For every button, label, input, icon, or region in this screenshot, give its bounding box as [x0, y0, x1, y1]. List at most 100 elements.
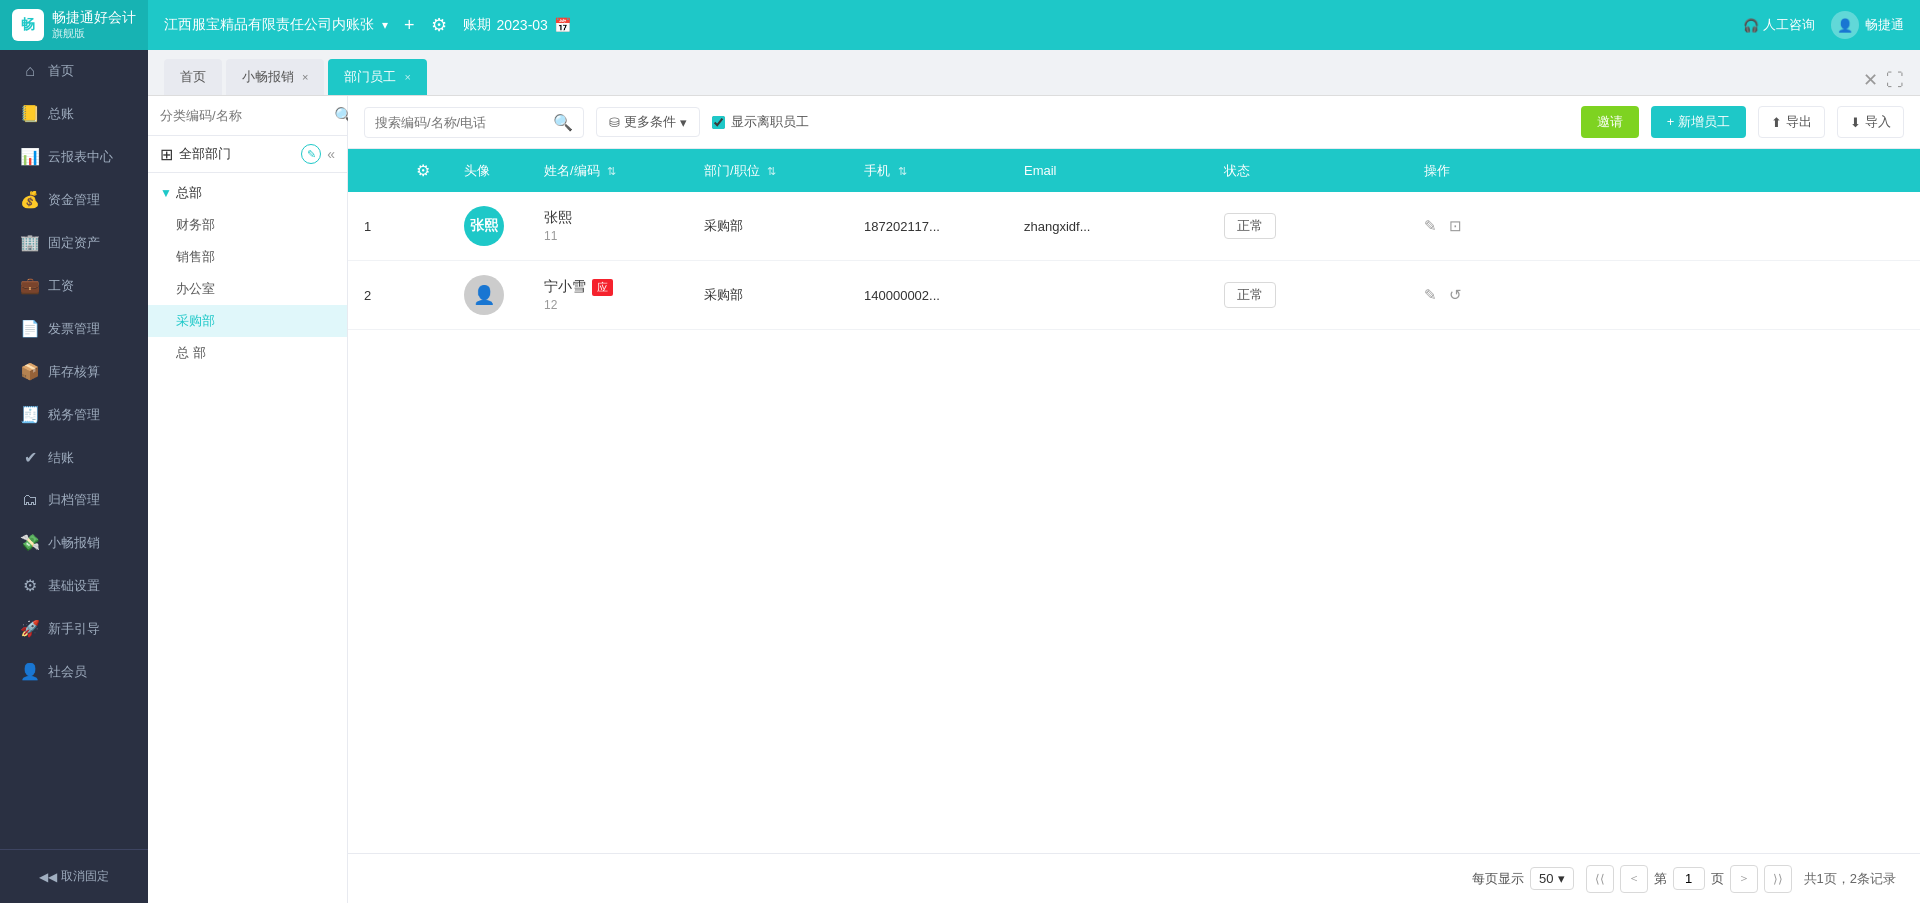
header-right: 🎧 人工咨询 👤 畅捷通: [1743, 11, 1904, 39]
sidebar-item-archive[interactable]: 🗂 归档管理: [0, 479, 148, 521]
page-next-btn[interactable]: ＞: [1730, 865, 1758, 893]
settings-icon[interactable]: ⚙: [431, 14, 447, 36]
dept-item-xiaoshou[interactable]: 销售部: [148, 241, 347, 273]
cancel-fixed-btn[interactable]: ◀◀ 取消固定: [0, 860, 148, 893]
dept-item-bangongshi[interactable]: 办公室: [148, 273, 347, 305]
show-resigned-area[interactable]: 显示离职员工: [712, 113, 809, 131]
sidebar-item-xiaochang[interactable]: 💸 小畅报销: [0, 521, 148, 564]
dept-edit-icon[interactable]: ✎: [301, 144, 321, 164]
sidebar-label-payroll: 工资: [48, 277, 74, 295]
sidebar-label-basic-settings: 基础设置: [48, 577, 100, 595]
export-btn[interactable]: ⬆ 导出: [1758, 106, 1825, 138]
table-gear-icon[interactable]: ⚙: [416, 162, 430, 179]
avatar: 张熙: [464, 206, 504, 246]
row-dept-cell: 采购部: [688, 261, 848, 330]
page-last-btn[interactable]: ⟩⟩: [1764, 865, 1792, 893]
top-header: 畅 畅捷通好会计 旗舰版 江西服宝精品有限责任公司内账张 ▾ + ⚙ 账期 20…: [0, 0, 1920, 50]
sort-name-icon[interactable]: ⇅: [607, 165, 616, 177]
logout-icon[interactable]: ⊡: [1449, 217, 1462, 235]
filter-icon: ⛁: [609, 115, 620, 130]
import-btn[interactable]: ⬇ 导入: [1837, 106, 1904, 138]
sidebar-item-inventory[interactable]: 📦 库存核算: [0, 350, 148, 393]
sidebar-item-reports[interactable]: 📊 云报表中心: [0, 135, 148, 178]
home-icon: ⌂: [20, 62, 40, 80]
tab-xiaochang-label: 小畅报销: [242, 68, 294, 86]
dept-item-caigou[interactable]: 采购部: [148, 305, 347, 337]
per-page-dropdown-icon: ▾: [1558, 871, 1565, 886]
sidebar-label-fixed-assets: 固定资产: [48, 234, 100, 252]
sort-dept-icon[interactable]: ⇅: [767, 165, 776, 177]
sidebar-label-home: 首页: [48, 62, 74, 80]
dept-label-caigou: 采购部: [176, 313, 215, 328]
tab-dept-employee[interactable]: 部门员工 ×: [328, 59, 426, 95]
sidebar-item-checkout[interactable]: ✔ 结账: [0, 436, 148, 479]
app-version: 旗舰版: [52, 26, 136, 41]
period-badge[interactable]: 账期 2023-03 📅: [463, 16, 571, 34]
sidebar: ⌂ 首页 📒 总账 📊 云报表中心 💰 资金管理 🏢 固定资产 💼 工资 📄 发…: [0, 50, 148, 903]
employee-name: 宁小雪: [544, 278, 586, 296]
sidebar-label-user-mgmt: 社会员: [48, 663, 87, 681]
refresh-icon[interactable]: ↺: [1449, 286, 1462, 304]
col-phone[interactable]: 手机 ⇅: [848, 149, 1008, 192]
sidebar-item-user-mgmt[interactable]: 👤 社会员: [0, 650, 148, 693]
tab-expand-icon[interactable]: ⛶: [1886, 70, 1904, 91]
tab-xiaochang[interactable]: 小畅报销 ×: [226, 59, 324, 95]
sidebar-label-general-ledger: 总账: [48, 105, 74, 123]
sidebar-item-guide[interactable]: 🚀 新手引导: [0, 607, 148, 650]
sort-phone-icon[interactable]: ⇅: [898, 165, 907, 177]
row-action-cell: ✎ ↺: [1408, 261, 1920, 330]
headset-icon: 🎧: [1743, 18, 1759, 33]
calendar-icon[interactable]: 📅: [554, 17, 571, 33]
employee-panel: 🔍 ⛁ 更多条件 ▾ 显示离职员工 邀请 + 新增员工: [348, 96, 1920, 903]
col-name-code[interactable]: 姓名/编码 ⇅: [528, 149, 688, 192]
more-conditions-btn[interactable]: ⛁ 更多条件 ▾: [596, 107, 700, 137]
company-name[interactable]: 江西服宝精品有限责任公司内账张 ▾: [164, 16, 388, 34]
sidebar-item-tax[interactable]: 🧾 税务管理: [0, 393, 148, 436]
row-index: 2: [348, 261, 398, 330]
dept-item-zongbu-child[interactable]: 总 部: [148, 337, 347, 369]
dept-search-input[interactable]: [160, 108, 328, 123]
tab-close-window-icon[interactable]: ✕: [1863, 69, 1878, 91]
sidebar-item-basic-settings[interactable]: ⚙ 基础设置: [0, 564, 148, 607]
tab-dept-employee-close[interactable]: ×: [404, 71, 410, 83]
dept-item-zongbu-parent[interactable]: ▼ 总部: [148, 177, 347, 209]
col-dept-position[interactable]: 部门/职位 ⇅: [688, 149, 848, 192]
sidebar-item-capital[interactable]: 💰 资金管理: [0, 178, 148, 221]
invite-btn[interactable]: 邀请: [1581, 106, 1639, 138]
dept-collapse-icon[interactable]: «: [327, 146, 335, 162]
period-label: 账期: [463, 16, 491, 34]
action-icons: ✎ ↺: [1424, 286, 1904, 304]
edit-icon[interactable]: ✎: [1424, 217, 1437, 235]
tab-xiaochang-close[interactable]: ×: [302, 71, 308, 83]
sidebar-bottom: ◀◀ 取消固定: [0, 849, 148, 903]
page-first-btn[interactable]: ⟨⟨: [1586, 865, 1614, 893]
tab-home[interactable]: 首页: [164, 59, 222, 95]
employee-search-icon[interactable]: 🔍: [553, 113, 573, 132]
sidebar-item-payroll[interactable]: 💼 工资: [0, 264, 148, 307]
show-resigned-checkbox[interactable]: [712, 116, 725, 129]
service-btn[interactable]: 🎧 人工咨询: [1743, 16, 1815, 34]
user-profile[interactable]: 👤 畅捷通: [1831, 11, 1904, 39]
add-icon[interactable]: +: [404, 15, 415, 36]
dept-tree: ▼ 总部 财务部 销售部 办公室 采购部: [148, 173, 347, 903]
header-center: + ⚙ 账期 2023-03 📅: [404, 14, 571, 36]
employee-search-box[interactable]: 🔍: [364, 107, 584, 138]
import-icon: ⬇: [1850, 115, 1861, 130]
sidebar-label-reports: 云报表中心: [48, 148, 113, 166]
col-settings[interactable]: ⚙: [398, 149, 448, 192]
employee-search-input[interactable]: [375, 115, 547, 130]
all-dept-label: 全部部门: [179, 145, 295, 163]
company-dropdown-icon[interactable]: ▾: [382, 18, 388, 32]
total-record: 共1页，2条记录: [1804, 870, 1896, 888]
per-page-dropdown[interactable]: 50 ▾: [1530, 867, 1573, 890]
add-employee-btn[interactable]: + 新增员工: [1651, 106, 1746, 138]
dept-item-caiwu[interactable]: 财务部: [148, 209, 347, 241]
sidebar-item-invoice[interactable]: 📄 发票管理: [0, 307, 148, 350]
edit-icon[interactable]: ✎: [1424, 286, 1437, 304]
page-number-input[interactable]: [1673, 867, 1705, 890]
sidebar-item-home[interactable]: ⌂ 首页: [0, 50, 148, 92]
page-prev-btn[interactable]: ＜: [1620, 865, 1648, 893]
sidebar-item-fixed-assets[interactable]: 🏢 固定资产: [0, 221, 148, 264]
dept-label-xiaoshou: 销售部: [176, 249, 215, 264]
sidebar-item-general-ledger[interactable]: 📒 总账: [0, 92, 148, 135]
